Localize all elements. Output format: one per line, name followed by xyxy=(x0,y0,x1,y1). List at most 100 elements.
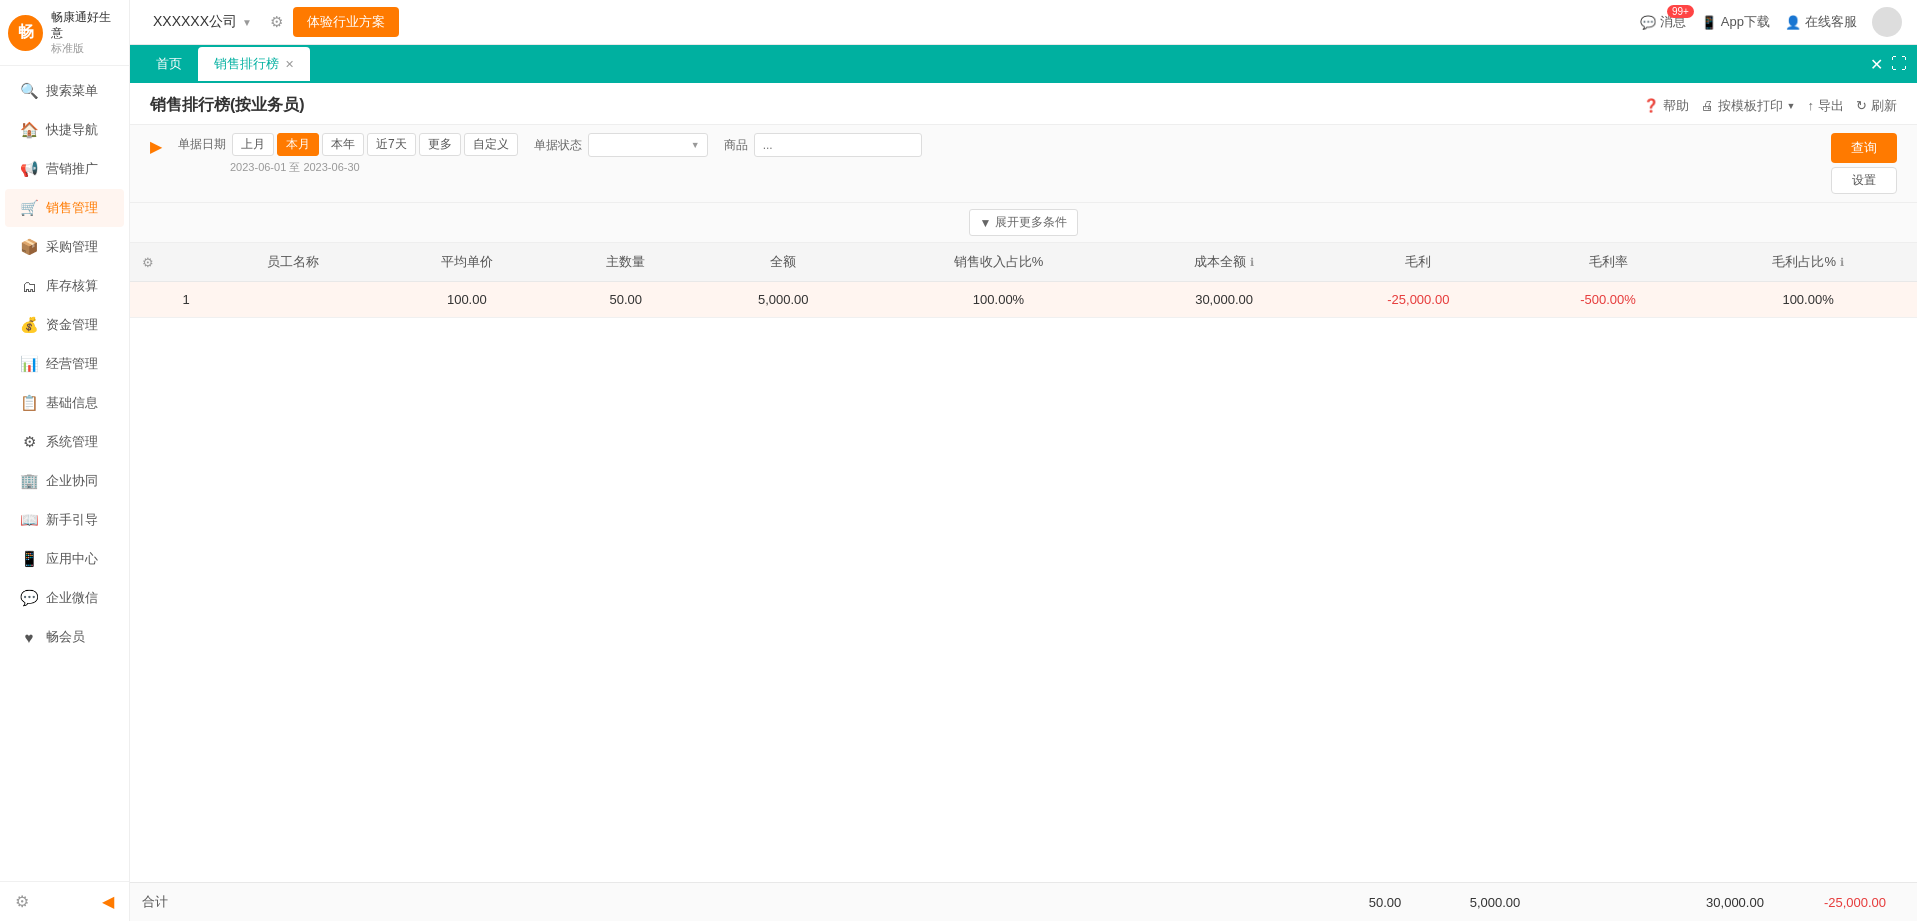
export-button[interactable]: ↑ 导出 xyxy=(1808,97,1845,115)
filter-collapse-btn[interactable]: ▶ xyxy=(150,133,162,156)
filter-settings-button[interactable]: 设置 xyxy=(1831,167,1897,194)
sidebar-item-enterprise[interactable]: 🏢 企业协同 xyxy=(5,462,124,500)
app-download-icon: 📱 xyxy=(1701,15,1717,30)
filter-action-buttons: 查询 设置 xyxy=(1831,133,1897,194)
tabbar-right-icons: ✕ ⛶ xyxy=(1870,55,1907,74)
cell-cost: 30,000.00 xyxy=(1128,282,1319,318)
sidebar-item-finance[interactable]: 💰 资金管理 xyxy=(5,306,124,344)
table-body: 1 100.00 50.00 5,000.00 100.00% 30,000.0… xyxy=(130,282,1917,318)
collapse-arrow-icon[interactable]: ▶ xyxy=(150,137,162,156)
cell-qty: 50.00 xyxy=(554,282,698,318)
tab-sales-ranking[interactable]: 销售排行榜 ✕ xyxy=(198,47,310,81)
purchase-icon: 📦 xyxy=(20,238,38,256)
template-print-button[interactable]: 🖨 按模板打印 ▼ xyxy=(1701,97,1796,115)
cost-info-icon[interactable]: ℹ xyxy=(1250,256,1254,268)
export-icon: ↑ xyxy=(1808,98,1815,113)
sidebar-item-marketing[interactable]: 📢 营销推广 xyxy=(5,150,124,188)
goods-label: 商品 xyxy=(724,137,748,154)
logo-area: 畅 畅康通好生意 标准版 xyxy=(0,0,129,66)
col-avg-price: 平均单价 xyxy=(380,243,554,282)
cell-profit-rate: -500.00% xyxy=(1517,282,1699,318)
service-label: 在线客服 xyxy=(1805,13,1857,31)
cell-employee xyxy=(206,282,380,318)
data-table: ⚙ 员工名称 平均单价 主数量 全额 销售收入占比% 成本全额 ℹ 毛利 毛利率 xyxy=(130,243,1917,318)
expand-more-row: ▼ 展开更多条件 xyxy=(130,203,1917,243)
cell-settings xyxy=(130,282,166,318)
sidebar-collapse-icon[interactable]: ◀ xyxy=(102,892,114,911)
operations-icon: 📊 xyxy=(20,355,38,373)
status-label: 单据状态 xyxy=(534,137,582,154)
sidebar-item-operations[interactable]: 📊 经营管理 xyxy=(5,345,124,383)
tab-close-icon[interactable]: ✕ xyxy=(285,58,294,71)
status-select-wrapper xyxy=(588,133,708,157)
finance-icon: 💰 xyxy=(20,316,38,334)
date-range-display: 2023-06-01 至 2023-06-30 xyxy=(178,160,518,175)
date-btn-more[interactable]: 更多 xyxy=(419,133,461,156)
footer-label: 合计 xyxy=(142,893,202,911)
sidebar-item-apps[interactable]: 📱 应用中心 xyxy=(5,540,124,578)
sidebar-footer: ⚙ ◀ xyxy=(0,881,129,921)
goods-input[interactable] xyxy=(754,133,922,157)
date-btn-this-year[interactable]: 本年 xyxy=(322,133,364,156)
profit-pct-info-icon[interactable]: ℹ xyxy=(1840,256,1844,268)
date-btn-custom[interactable]: 自定义 xyxy=(464,133,518,156)
tab-home[interactable]: 首页 xyxy=(140,47,198,81)
footer-amount: 5,000.00 xyxy=(1445,895,1545,910)
topbar-gear-icon[interactable]: ⚙ xyxy=(270,13,283,31)
sidebar-item-wechat[interactable]: 💬 企业微信 xyxy=(5,579,124,617)
help-icon: ❓ xyxy=(1643,98,1659,113)
sidebar-item-quick-nav[interactable]: 🏠 快捷导航 xyxy=(5,111,124,149)
tab-close-window-icon[interactable]: ✕ xyxy=(1870,55,1883,74)
company-name: XXXXXX公司 xyxy=(153,13,237,31)
header-actions: ❓ 帮助 🖨 按模板打印 ▼ ↑ 导出 ↻ 刷新 xyxy=(1643,97,1897,115)
tab-fullscreen-icon[interactable]: ⛶ xyxy=(1891,55,1907,74)
sidebar-item-guide[interactable]: 📖 新手引导 xyxy=(5,501,124,539)
expand-more-button[interactable]: ▼ 展开更多条件 xyxy=(969,209,1079,236)
message-icon: 💬 xyxy=(1640,15,1656,30)
sidebar-item-basic[interactable]: 📋 基础信息 xyxy=(5,384,124,422)
col-employee: 员工名称 xyxy=(206,243,380,282)
sidebar-item-search[interactable]: 🔍 搜索菜单 xyxy=(5,72,124,110)
sidebar-item-system[interactable]: ⚙ 系统管理 xyxy=(5,423,124,461)
date-btn-last-month[interactable]: 上月 xyxy=(232,133,274,156)
user-avatar[interactable] xyxy=(1872,7,1902,37)
sidebar-item-inventory[interactable]: 🗂 库存核算 xyxy=(5,267,124,305)
table-footer: 合计 50.00 5,000.00 30,000.00 -25,000.00 xyxy=(130,882,1917,921)
sidebar-settings-icon[interactable]: ⚙ xyxy=(15,892,29,911)
app-download-button[interactable]: 📱 App下载 xyxy=(1701,13,1770,31)
col-amount: 全额 xyxy=(698,243,869,282)
col-sales-pct: 销售收入占比% xyxy=(869,243,1129,282)
col-settings[interactable]: ⚙ xyxy=(130,243,166,282)
date-btn-7days[interactable]: 近7天 xyxy=(367,133,416,156)
cell-profit-pct: 100.00% xyxy=(1699,282,1917,318)
system-icon: ⚙ xyxy=(20,433,38,451)
service-icon: 👤 xyxy=(1785,15,1801,30)
cell-amount: 5,000.00 xyxy=(698,282,869,318)
online-service-button[interactable]: 👤 在线客服 xyxy=(1785,13,1857,31)
footer-qty: 50.00 xyxy=(1345,895,1425,910)
logo-icon: 畅 xyxy=(8,15,43,51)
refresh-icon: ↻ xyxy=(1856,98,1867,113)
query-button[interactable]: 查询 xyxy=(1831,133,1897,163)
col-cost: 成本全额 ℹ xyxy=(1128,243,1319,282)
refresh-button[interactable]: ↻ 刷新 xyxy=(1856,97,1897,115)
status-select[interactable] xyxy=(588,133,708,157)
guide-icon: 📖 xyxy=(20,511,38,529)
message-button[interactable]: 💬 消息 99+ xyxy=(1640,13,1686,31)
sidebar-item-purchase[interactable]: 📦 采购管理 xyxy=(5,228,124,266)
sales-icon: 🛒 xyxy=(20,199,38,217)
trial-button[interactable]: 体验行业方案 xyxy=(293,7,399,37)
table-header-row: ⚙ 员工名称 平均单价 主数量 全额 销售收入占比% 成本全额 ℹ 毛利 毛利率 xyxy=(130,243,1917,282)
topbar: XXXXXX公司 ▼ ⚙ 体验行业方案 💬 消息 99+ 📱 App下载 👤 在… xyxy=(130,0,1917,45)
date-filter-row: 单据日期 上月 本月 本年 近7天 更多 自定义 xyxy=(178,133,518,156)
date-buttons: 上月 本月 本年 近7天 更多 自定义 xyxy=(232,133,518,156)
sidebar: 畅 畅康通好生意 标准版 🔍 搜索菜单 🏠 快捷导航 📢 营销推广 🛒 销售管理… xyxy=(0,0,130,921)
help-button[interactable]: ❓ 帮助 xyxy=(1643,97,1689,115)
sidebar-item-member[interactable]: ♥ 畅会员 xyxy=(5,618,124,656)
date-btn-this-month[interactable]: 本月 xyxy=(277,133,319,156)
company-selector[interactable]: XXXXXX公司 ▼ xyxy=(145,9,260,35)
enterprise-icon: 🏢 xyxy=(20,472,38,490)
print-icon: 🖨 xyxy=(1701,98,1714,113)
topbar-right: 💬 消息 99+ 📱 App下载 👤 在线客服 xyxy=(1640,7,1902,37)
sidebar-item-sales[interactable]: 🛒 销售管理 xyxy=(5,189,124,227)
